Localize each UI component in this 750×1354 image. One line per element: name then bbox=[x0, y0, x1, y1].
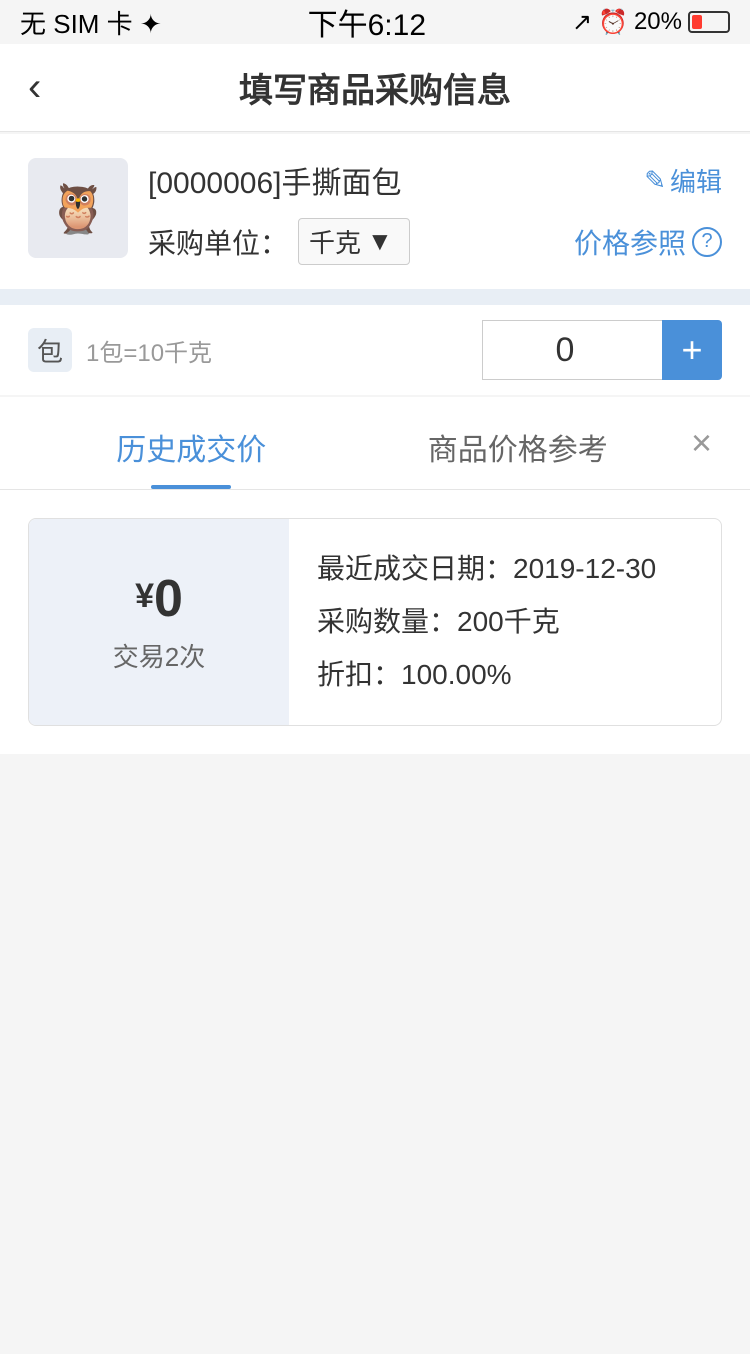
location-icon: ↗ bbox=[572, 8, 592, 37]
dropdown-arrow-icon: ▼ bbox=[367, 226, 393, 257]
edit-button[interactable]: ✎ 编辑 bbox=[644, 162, 722, 199]
battery-icon bbox=[688, 11, 730, 33]
purchase-qty-label: 采购数量： bbox=[317, 606, 457, 637]
price-ref-help-icon: ? bbox=[692, 227, 722, 257]
price-ref-label: 价格参照 bbox=[574, 222, 686, 262]
unit-label: 包 1包=10千克 bbox=[28, 328, 212, 372]
battery-percent: 20% bbox=[634, 8, 682, 36]
quantity-input[interactable] bbox=[482, 320, 662, 380]
tab-historical-price[interactable]: 历史成交价 bbox=[28, 397, 354, 489]
purchase-qty-row: 采购数量：200千克 bbox=[317, 602, 693, 641]
price-value: 0 bbox=[154, 569, 183, 629]
tab-panel: 历史成交价 商品价格参考 × ¥ 0 交易2次 最近成交日期：2019-12-3… bbox=[0, 397, 750, 754]
quantity-input-group: + bbox=[482, 320, 722, 380]
alarm-icon: ⏰ bbox=[598, 8, 628, 37]
product-id: [0000006] bbox=[148, 167, 281, 200]
product-info: [0000006]手撕面包 ✎ 编辑 采购单位： 千克 ▼ 价格参照 ? bbox=[148, 158, 722, 265]
back-button[interactable]: ‹ bbox=[28, 65, 41, 110]
purchase-unit-label: 采购单位： bbox=[148, 222, 288, 262]
product-name-row: [0000006]手撕面包 ✎ 编辑 bbox=[148, 158, 722, 202]
purchase-unit-left: 采购单位： 千克 ▼ bbox=[148, 218, 410, 265]
transaction-card: ¥ 0 交易2次 最近成交日期：2019-12-30 采购数量：200千克 折扣… bbox=[28, 518, 722, 726]
tab-close-button[interactable]: × bbox=[681, 412, 722, 474]
latest-date-row: 最近成交日期：2019-12-30 bbox=[317, 549, 693, 588]
unit-conversion-label: 1包=10千克 bbox=[86, 333, 212, 368]
latest-date-label: 最近成交日期： bbox=[317, 553, 513, 584]
product-thumbnail: 🦉 bbox=[28, 158, 128, 258]
tab-header: 历史成交价 商品价格参考 × bbox=[0, 397, 750, 490]
latest-date-value: 2019-12-30 bbox=[513, 553, 656, 584]
product-name: [0000006]手撕面包 bbox=[148, 158, 401, 202]
tab-content: ¥ 0 交易2次 最近成交日期：2019-12-30 采购数量：200千克 折扣… bbox=[0, 490, 750, 754]
product-section: 🦉 [0000006]手撕面包 ✎ 编辑 采购单位： 千克 ▼ bbox=[0, 134, 750, 289]
discount-row: 折扣：100.00% bbox=[317, 655, 693, 694]
status-bar: 无 SIM 卡 ✦ 下午6:12 ↗ ⏰ 20% bbox=[0, 0, 750, 44]
page-title: 填写商品采购信息 bbox=[239, 63, 511, 112]
price-display: ¥ 0 bbox=[135, 569, 183, 629]
edit-icon: ✎ bbox=[644, 165, 666, 196]
nav-bar: ‹ 填写商品采购信息 bbox=[0, 44, 750, 132]
status-time: 下午6:12 bbox=[308, 0, 426, 44]
unit-select-dropdown[interactable]: 千克 ▼ bbox=[298, 218, 410, 265]
discount-value: 100.00% bbox=[401, 659, 512, 690]
transaction-count: 交易2次 bbox=[113, 637, 205, 674]
purchase-unit-row: 采购单位： 千克 ▼ 价格参照 ? bbox=[148, 218, 722, 265]
product-logo-icon: 🦉 bbox=[48, 180, 108, 237]
product-row: 🦉 [0000006]手撕面包 ✎ 编辑 采购单位： 千克 ▼ bbox=[28, 158, 722, 265]
quantity-plus-button[interactable]: + bbox=[662, 320, 722, 380]
status-right: ↗ ⏰ 20% bbox=[572, 8, 730, 37]
quantity-section: 包 1包=10千克 + bbox=[0, 305, 750, 395]
discount-label: 折扣： bbox=[317, 659, 401, 690]
currency-symbol: ¥ bbox=[135, 577, 154, 616]
bottom-area bbox=[0, 754, 750, 1354]
price-reference-button[interactable]: 价格参照 ? bbox=[574, 222, 722, 262]
purchase-qty-value: 200千克 bbox=[457, 606, 560, 637]
tab-price-reference[interactable]: 商品价格参考 bbox=[354, 397, 680, 489]
section-divider bbox=[0, 289, 750, 305]
selected-unit: 千克 bbox=[309, 223, 361, 260]
product-title: 手撕面包 bbox=[281, 167, 401, 200]
status-carrier: 无 SIM 卡 ✦ bbox=[20, 4, 162, 41]
unit-badge: 包 bbox=[28, 328, 72, 372]
edit-label: 编辑 bbox=[670, 162, 722, 199]
card-price-summary: ¥ 0 交易2次 bbox=[29, 519, 289, 725]
card-details: 最近成交日期：2019-12-30 采购数量：200千克 折扣：100.00% bbox=[289, 519, 721, 725]
back-icon: ‹ bbox=[28, 65, 41, 110]
